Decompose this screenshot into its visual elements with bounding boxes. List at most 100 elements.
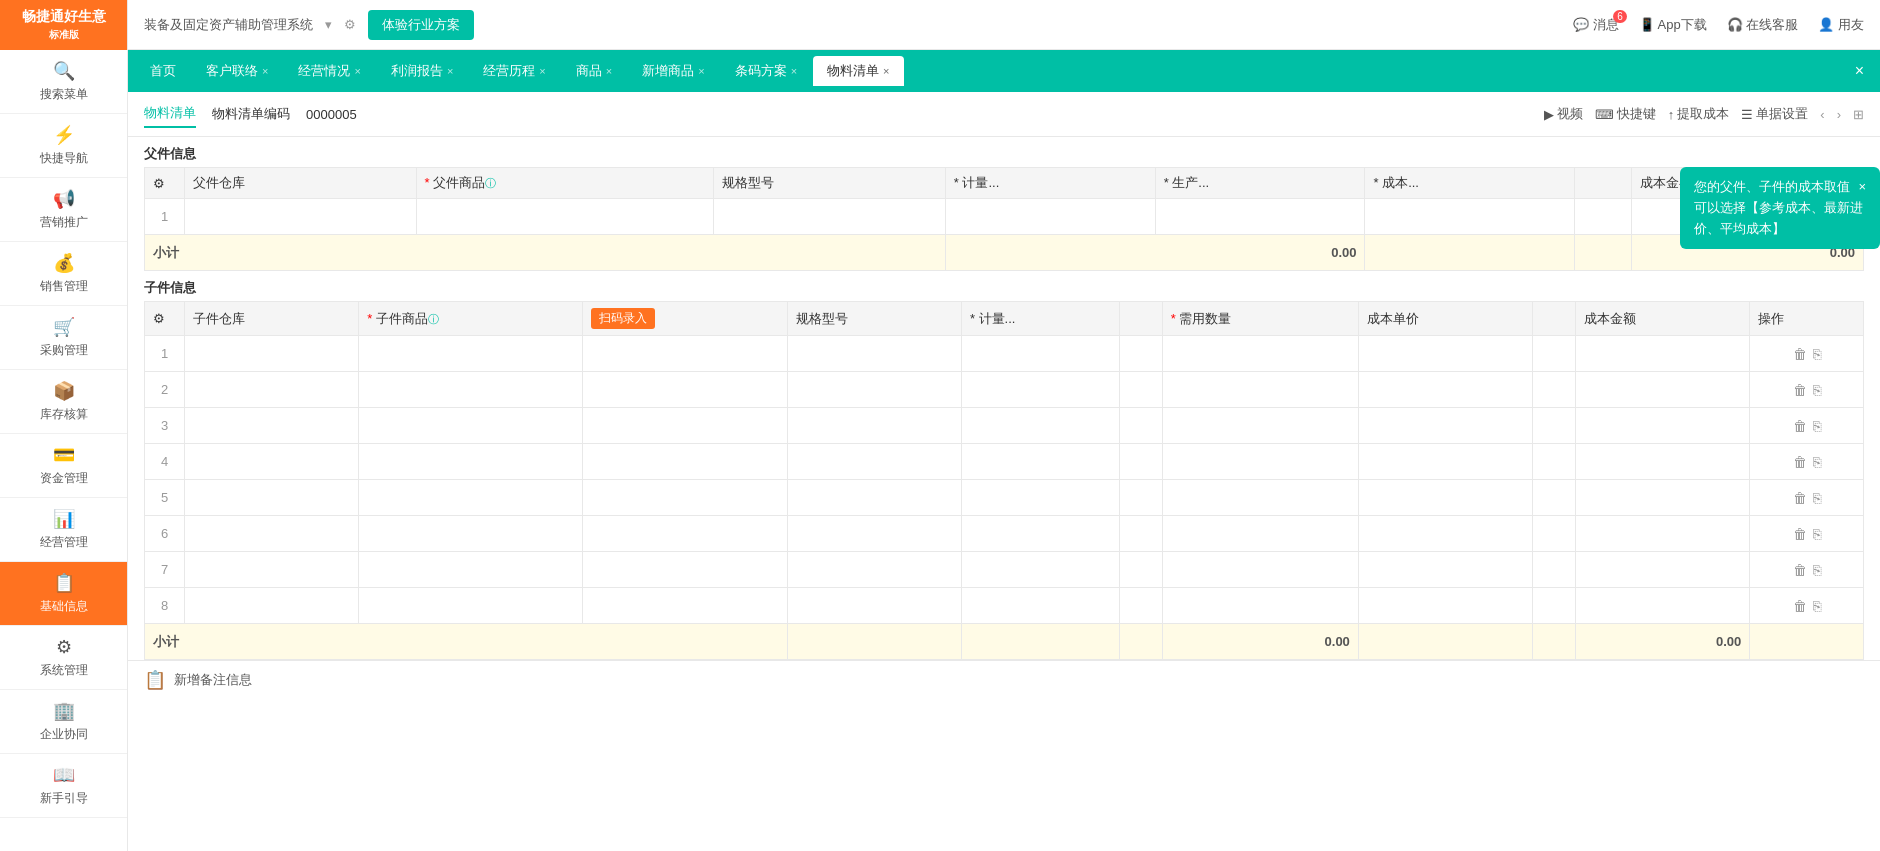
- parent-row-1-production[interactable]: [1155, 199, 1365, 235]
- child-row-2-goods[interactable]: [359, 372, 583, 408]
- navtab-close-bom[interactable]: ×: [883, 65, 889, 77]
- parent-row-1-cost[interactable]: [1365, 199, 1575, 235]
- sidebar-item-purchase[interactable]: 🛒采购管理: [0, 306, 127, 370]
- child-row-8-goods[interactable]: [359, 588, 583, 624]
- child-row-2-warehouse[interactable]: [185, 372, 359, 408]
- child-row-1-unit-cost[interactable]: [1358, 336, 1532, 372]
- child-row-6-warehouse[interactable]: [185, 516, 359, 552]
- child-row-4-copy-icon[interactable]: ⎘: [1813, 454, 1821, 470]
- child-row-7-delete-icon[interactable]: 🗑: [1793, 562, 1807, 578]
- navtab-operation-status[interactable]: 经营情况 ×: [284, 56, 374, 86]
- navtab-bom[interactable]: 物料清单 ×: [813, 56, 903, 86]
- child-row-6-unit-cost[interactable]: [1358, 516, 1532, 552]
- navtab-barcode[interactable]: 条码方案 ×: [721, 56, 811, 86]
- child-row-4-scan[interactable]: [583, 444, 788, 480]
- close-all-tabs-button[interactable]: ×: [1847, 58, 1872, 84]
- child-row-6-goods[interactable]: [359, 516, 583, 552]
- child-row-3-required-qty[interactable]: [1162, 408, 1358, 444]
- child-row-1-delete-icon[interactable]: 🗑: [1793, 346, 1807, 362]
- child-row-8-spec[interactable]: [787, 588, 961, 624]
- child-row-3-warehouse[interactable]: [185, 408, 359, 444]
- child-row-1-spec[interactable]: [787, 336, 961, 372]
- tooltip-close-button[interactable]: ×: [1858, 177, 1866, 198]
- online-service-button[interactable]: 🎧 在线客服: [1727, 16, 1799, 34]
- child-row-2-spec[interactable]: [787, 372, 961, 408]
- navtab-close-new-goods[interactable]: ×: [698, 65, 704, 77]
- navtab-close-profit-report[interactable]: ×: [447, 65, 453, 77]
- child-row-5-delete-icon[interactable]: 🗑: [1793, 490, 1807, 506]
- navtab-home[interactable]: 首页: [136, 56, 190, 86]
- child-row-3-scan[interactable]: [583, 408, 788, 444]
- gear-icon[interactable]: ⚙: [344, 17, 356, 32]
- child-row-3-delete-icon[interactable]: 🗑: [1793, 418, 1807, 434]
- child-row-8-qty-unit[interactable]: [961, 588, 1119, 624]
- child-row-4-spec[interactable]: [787, 444, 961, 480]
- child-row-8-scan[interactable]: [583, 588, 788, 624]
- child-row-1-warehouse[interactable]: [185, 336, 359, 372]
- child-row-4-required-qty[interactable]: [1162, 444, 1358, 480]
- child-row-5-spec[interactable]: [787, 480, 961, 516]
- navtab-close-goods[interactable]: ×: [606, 65, 612, 77]
- child-row-4-delete-icon[interactable]: 🗑: [1793, 454, 1807, 470]
- child-row-1-qty-unit[interactable]: [961, 336, 1119, 372]
- child-row-7-qty-unit[interactable]: [961, 552, 1119, 588]
- child-row-8-required-qty[interactable]: [1162, 588, 1358, 624]
- shortcut-button[interactable]: ⌨ 快捷键: [1595, 105, 1656, 123]
- navtab-goods[interactable]: 商品 ×: [562, 56, 626, 86]
- navtab-close-barcode[interactable]: ×: [791, 65, 797, 77]
- child-row-1-required-qty[interactable]: [1162, 336, 1358, 372]
- child-row-4-qty-unit[interactable]: [961, 444, 1119, 480]
- child-row-8-unit-cost[interactable]: [1358, 588, 1532, 624]
- child-row-7-goods[interactable]: [359, 552, 583, 588]
- child-row-8-delete-icon[interactable]: 🗑: [1793, 598, 1807, 614]
- sidebar-item-enterprise[interactable]: 🏢企业协同: [0, 690, 127, 754]
- parent-row-1-warehouse[interactable]: [185, 199, 417, 235]
- child-row-3-spec[interactable]: [787, 408, 961, 444]
- navtab-close-customers[interactable]: ×: [262, 65, 268, 77]
- child-row-1-scan[interactable]: [583, 336, 788, 372]
- child-row-5-required-qty[interactable]: [1162, 480, 1358, 516]
- navtab-close-operation-status[interactable]: ×: [354, 65, 360, 77]
- child-row-5-copy-icon[interactable]: ⎘: [1813, 490, 1821, 506]
- child-row-1-copy-icon[interactable]: ⎘: [1813, 346, 1821, 362]
- message-button[interactable]: 💬 6 消息: [1573, 16, 1619, 34]
- child-row-3-goods[interactable]: [359, 408, 583, 444]
- child-row-6-qty-unit[interactable]: [961, 516, 1119, 552]
- child-row-7-warehouse[interactable]: [185, 552, 359, 588]
- child-row-2-scan[interactable]: [583, 372, 788, 408]
- child-row-7-copy-icon[interactable]: ⎘: [1813, 562, 1821, 578]
- child-row-8-copy-icon[interactable]: ⎘: [1813, 598, 1821, 614]
- sidebar-item-base-info[interactable]: 📋基础信息: [0, 562, 127, 626]
- child-row-5-unit-cost[interactable]: [1358, 480, 1532, 516]
- sidebar-item-system[interactable]: ⚙系统管理: [0, 626, 127, 690]
- sidebar-item-quick-nav[interactable]: ⚡快捷导航: [0, 114, 127, 178]
- child-row-6-required-qty[interactable]: [1162, 516, 1358, 552]
- sidebar-item-inventory[interactable]: 📦库存核算: [0, 370, 127, 434]
- expand-button[interactable]: ⊞: [1853, 107, 1864, 122]
- experience-button[interactable]: 体验行业方案: [368, 10, 474, 40]
- app-download-button[interactable]: 📱 App下载: [1639, 16, 1707, 34]
- child-row-3-qty-unit[interactable]: [961, 408, 1119, 444]
- child-row-3-unit-cost[interactable]: [1358, 408, 1532, 444]
- child-row-5-goods[interactable]: [359, 480, 583, 516]
- navtab-profit-report[interactable]: 利润报告 ×: [377, 56, 467, 86]
- child-row-2-unit-cost[interactable]: [1358, 372, 1532, 408]
- child-row-5-qty-unit[interactable]: [961, 480, 1119, 516]
- sub-tab-bom[interactable]: 物料清单: [144, 100, 196, 128]
- sidebar-item-sales[interactable]: 💰销售管理: [0, 242, 127, 306]
- child-row-7-scan[interactable]: [583, 552, 788, 588]
- parent-row-1-qty-unit[interactable]: [945, 199, 1155, 235]
- parent-row-1-spec[interactable]: [714, 199, 946, 235]
- single-settings-button[interactable]: ☰ 单据设置: [1741, 105, 1808, 123]
- child-row-7-unit-cost[interactable]: [1358, 552, 1532, 588]
- topbar-dropdown-arrow[interactable]: ▾: [325, 17, 332, 32]
- sidebar-item-guide[interactable]: 📖新手引导: [0, 754, 127, 818]
- navtab-close-operation-history[interactable]: ×: [539, 65, 545, 77]
- child-row-6-delete-icon[interactable]: 🗑: [1793, 526, 1807, 542]
- nav-next-button[interactable]: ›: [1837, 107, 1841, 122]
- sidebar-item-operation[interactable]: 📊经营管理: [0, 498, 127, 562]
- scan-input-button[interactable]: 扫码录入: [591, 308, 655, 329]
- child-row-8-warehouse[interactable]: [185, 588, 359, 624]
- sidebar-item-search[interactable]: 🔍搜索菜单: [0, 50, 127, 114]
- child-row-7-required-qty[interactable]: [1162, 552, 1358, 588]
